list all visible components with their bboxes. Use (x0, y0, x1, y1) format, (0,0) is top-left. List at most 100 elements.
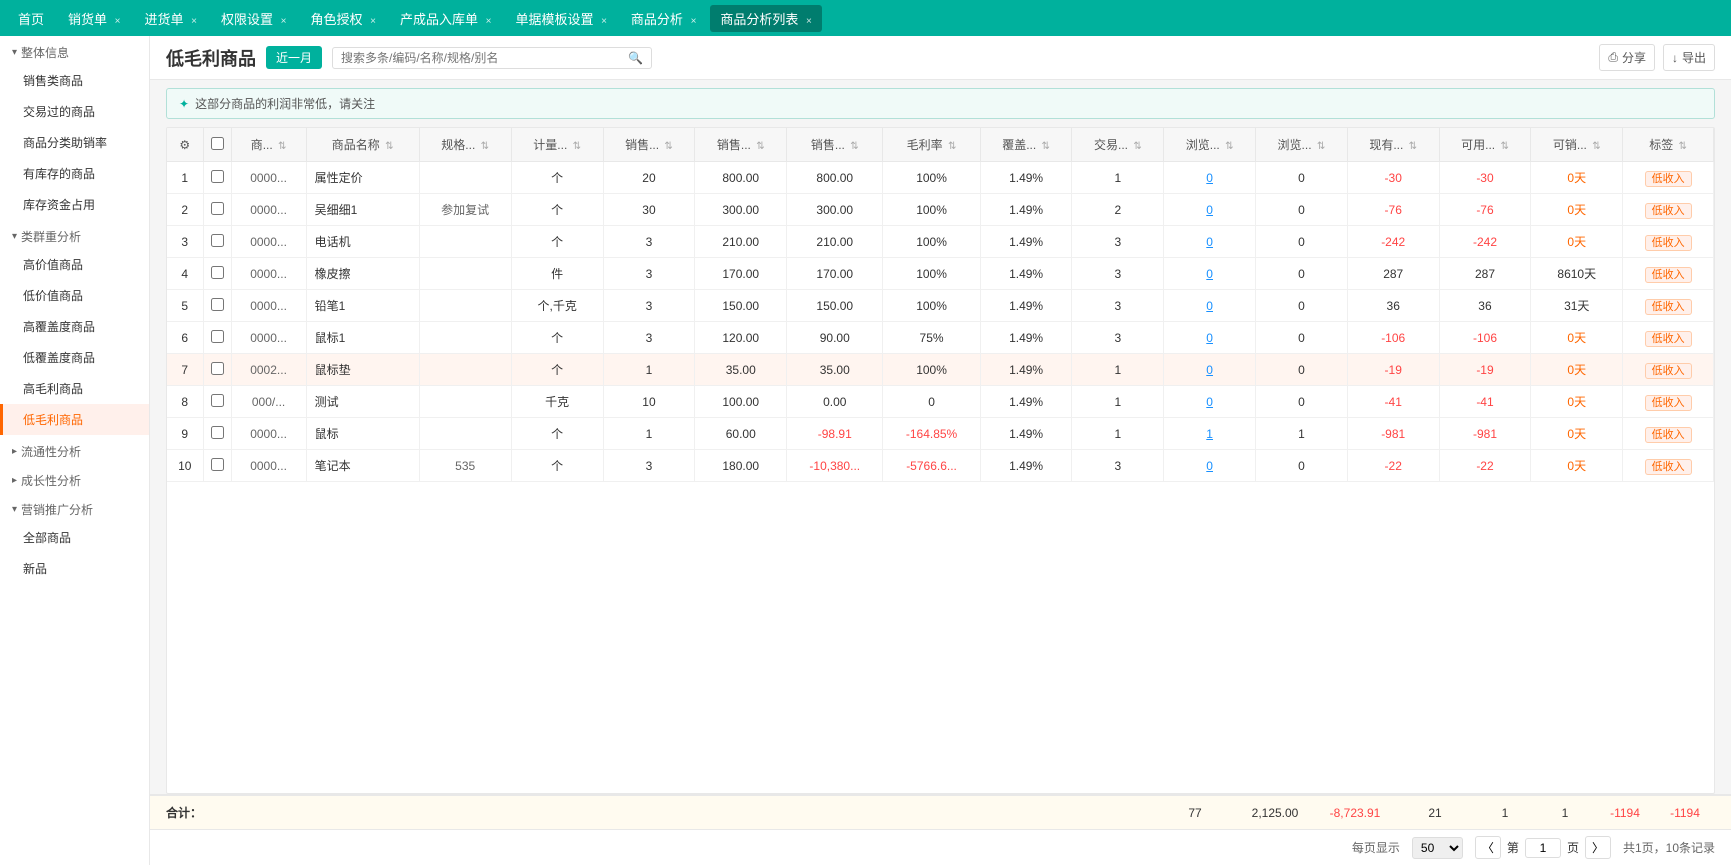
cell-spec (419, 354, 511, 386)
row-checkbox[interactable] (211, 458, 224, 471)
nav-close-product-inbound[interactable]: × (486, 16, 492, 27)
sidebar-item-high-coverage[interactable]: 高覆盖度商品 (0, 311, 149, 342)
cell-view1[interactable]: 0 (1164, 226, 1256, 258)
cell-view1[interactable]: 0 (1164, 450, 1256, 482)
cell-sales-count: 1 (603, 418, 695, 450)
page-title: 低毛利商品 (166, 45, 256, 71)
tag-badge: 低收入 (1645, 331, 1692, 347)
nav-role-auth[interactable]: 角色授权 × (300, 5, 385, 32)
sidebar-item-low-value[interactable]: 低价值商品 (0, 280, 149, 311)
sidebar-group-overall[interactable]: ▾ 整体信息 (0, 36, 149, 65)
sidebar-item-high-value[interactable]: 高价值商品 (0, 249, 149, 280)
cell-code: 0000... (231, 162, 306, 194)
sidebar-item-stocked-goods[interactable]: 有库存的商品 (0, 158, 149, 189)
nav-home[interactable]: 首页 (8, 5, 54, 32)
sidebar-item-category-assist[interactable]: 商品分类助销率 (0, 127, 149, 158)
col-unit[interactable]: 计量... ⇅ (511, 128, 603, 162)
cell-view1[interactable]: 0 (1164, 258, 1256, 290)
nav-close-permission-settings[interactable]: × (281, 16, 287, 27)
select-all-checkbox[interactable] (211, 137, 224, 150)
cell-view1[interactable]: 0 (1164, 322, 1256, 354)
sidebar-group-growth[interactable]: ▸ 成长性分析 (0, 464, 149, 493)
cell-trade: 1 (1072, 162, 1164, 194)
nav-close-product-analysis-list[interactable]: × (806, 16, 812, 27)
sidebar-group-liquidity[interactable]: ▸ 流通性分析 (0, 435, 149, 464)
row-checkbox[interactable] (211, 362, 224, 375)
cell-view1[interactable]: 0 (1164, 354, 1256, 386)
nav-permission-settings[interactable]: 权限设置 × (211, 5, 296, 32)
nav-product-analysis-list[interactable]: 商品分析列表 × (710, 5, 821, 32)
col-sellable-days[interactable]: 可销... ⇅ (1531, 128, 1623, 162)
row-checkbox[interactable] (211, 298, 224, 311)
share-button[interactable]: ⎙ 分享 (1599, 44, 1655, 71)
col-code[interactable]: 商... ⇅ (231, 128, 306, 162)
cell-checkbox (203, 194, 231, 226)
col-coverage[interactable]: 覆盖... ⇅ (980, 128, 1072, 162)
nav-product-analysis[interactable]: 商品分析 × (621, 5, 706, 32)
sidebar-item-stock-capital[interactable]: 库存资金占用 (0, 189, 149, 220)
cell-name: 铅笔1 (306, 290, 419, 322)
row-checkbox[interactable] (211, 330, 224, 343)
page-size-select[interactable]: 20 50 100 200 (1412, 837, 1463, 859)
sidebar-item-low-gross[interactable]: 低毛利商品 (0, 404, 149, 435)
nav-close-product-analysis[interactable]: × (691, 16, 697, 27)
nav-template-settings[interactable]: 单据模板设置 × (505, 5, 616, 32)
col-sales-count[interactable]: 销售... ⇅ (603, 128, 695, 162)
cell-view1[interactable]: 0 (1164, 194, 1256, 226)
cell-view1[interactable]: 0 (1164, 162, 1256, 194)
cell-view1[interactable]: 1 (1164, 418, 1256, 450)
col-view2[interactable]: 浏览... ⇅ (1256, 128, 1348, 162)
nav-close-sales-order[interactable]: × (115, 16, 121, 27)
next-page-button[interactable]: 〉 (1585, 836, 1611, 859)
cell-coverage: 1.49% (980, 322, 1072, 354)
cell-sellable-days: 0天 (1531, 322, 1623, 354)
export-button[interactable]: ↓ 导出 (1663, 44, 1715, 71)
sidebar-group-marketing[interactable]: ▾ 营销推广分析 (0, 493, 149, 522)
col-sales-price[interactable]: 销售... ⇅ (695, 128, 787, 162)
nav-product-inbound[interactable]: 产成品入库单 × (390, 5, 501, 32)
nav-sales-order[interactable]: 销货单 × (58, 5, 130, 32)
table-row: 7 0002... 鼠标垫 个 1 35.00 35.00 100% 1.49%… (167, 354, 1714, 386)
cell-sales-gross: 90.00 (787, 322, 883, 354)
col-tag[interactable]: 标签 ⇅ (1623, 128, 1714, 162)
col-available-stock[interactable]: 可用... ⇅ (1439, 128, 1531, 162)
row-checkbox[interactable] (211, 234, 224, 247)
sidebar-item-low-coverage[interactable]: 低覆盖度商品 (0, 342, 149, 373)
page-number-input[interactable] (1525, 838, 1561, 858)
nav-close-role-auth[interactable]: × (370, 16, 376, 27)
col-trade[interactable]: 交易... ⇅ (1072, 128, 1164, 162)
row-checkbox[interactable] (211, 266, 224, 279)
cell-view1[interactable]: 0 (1164, 386, 1256, 418)
col-view1[interactable]: 浏览... ⇅ (1164, 128, 1256, 162)
sidebar-item-all-goods[interactable]: 全部商品 (0, 522, 149, 553)
nav-purchase-order[interactable]: 进货单 × (135, 5, 207, 32)
cell-available-stock: -19 (1439, 354, 1531, 386)
totals-sales-gross: -8,723.91 (1315, 806, 1395, 820)
row-checkbox[interactable] (211, 394, 224, 407)
cell-spec (419, 322, 511, 354)
sidebar-item-sales-goods[interactable]: 销售类商品 (0, 65, 149, 96)
search-input[interactable] (341, 51, 628, 65)
row-checkbox[interactable] (211, 426, 224, 439)
cell-view1[interactable]: 0 (1164, 290, 1256, 322)
sidebar-group-cluster[interactable]: ▾ 类群重分析 (0, 220, 149, 249)
table-row: 9 0000... 鼠标 个 1 60.00 -98.91 -164.85% 1… (167, 418, 1714, 450)
tag-badge: 低收入 (1645, 427, 1692, 443)
totals-sales-price: 2,125.00 (1235, 806, 1315, 820)
prev-page-button[interactable]: 〈 (1475, 836, 1501, 859)
totals-view1: 1 (1475, 806, 1535, 820)
row-checkbox[interactable] (211, 202, 224, 215)
col-name[interactable]: 商品名称 ⇅ (306, 128, 419, 162)
row-checkbox[interactable] (211, 170, 224, 183)
col-sales-gross[interactable]: 销售... ⇅ (787, 128, 883, 162)
col-spec[interactable]: 规格... ⇅ (419, 128, 511, 162)
nav-close-template-settings[interactable]: × (601, 16, 607, 27)
sidebar-item-new-goods[interactable]: 新品 (0, 553, 149, 584)
filter-period-button[interactable]: 近一月 (266, 46, 322, 69)
sidebar-item-high-gross[interactable]: 高毛利商品 (0, 373, 149, 404)
sidebar-item-traded-goods[interactable]: 交易过的商品 (0, 96, 149, 127)
col-gross-rate[interactable]: 毛利率 ⇅ (883, 128, 980, 162)
col-settings[interactable]: ⚙ (167, 128, 203, 162)
col-current-stock[interactable]: 现有... ⇅ (1347, 128, 1439, 162)
nav-close-purchase-order[interactable]: × (191, 16, 197, 27)
